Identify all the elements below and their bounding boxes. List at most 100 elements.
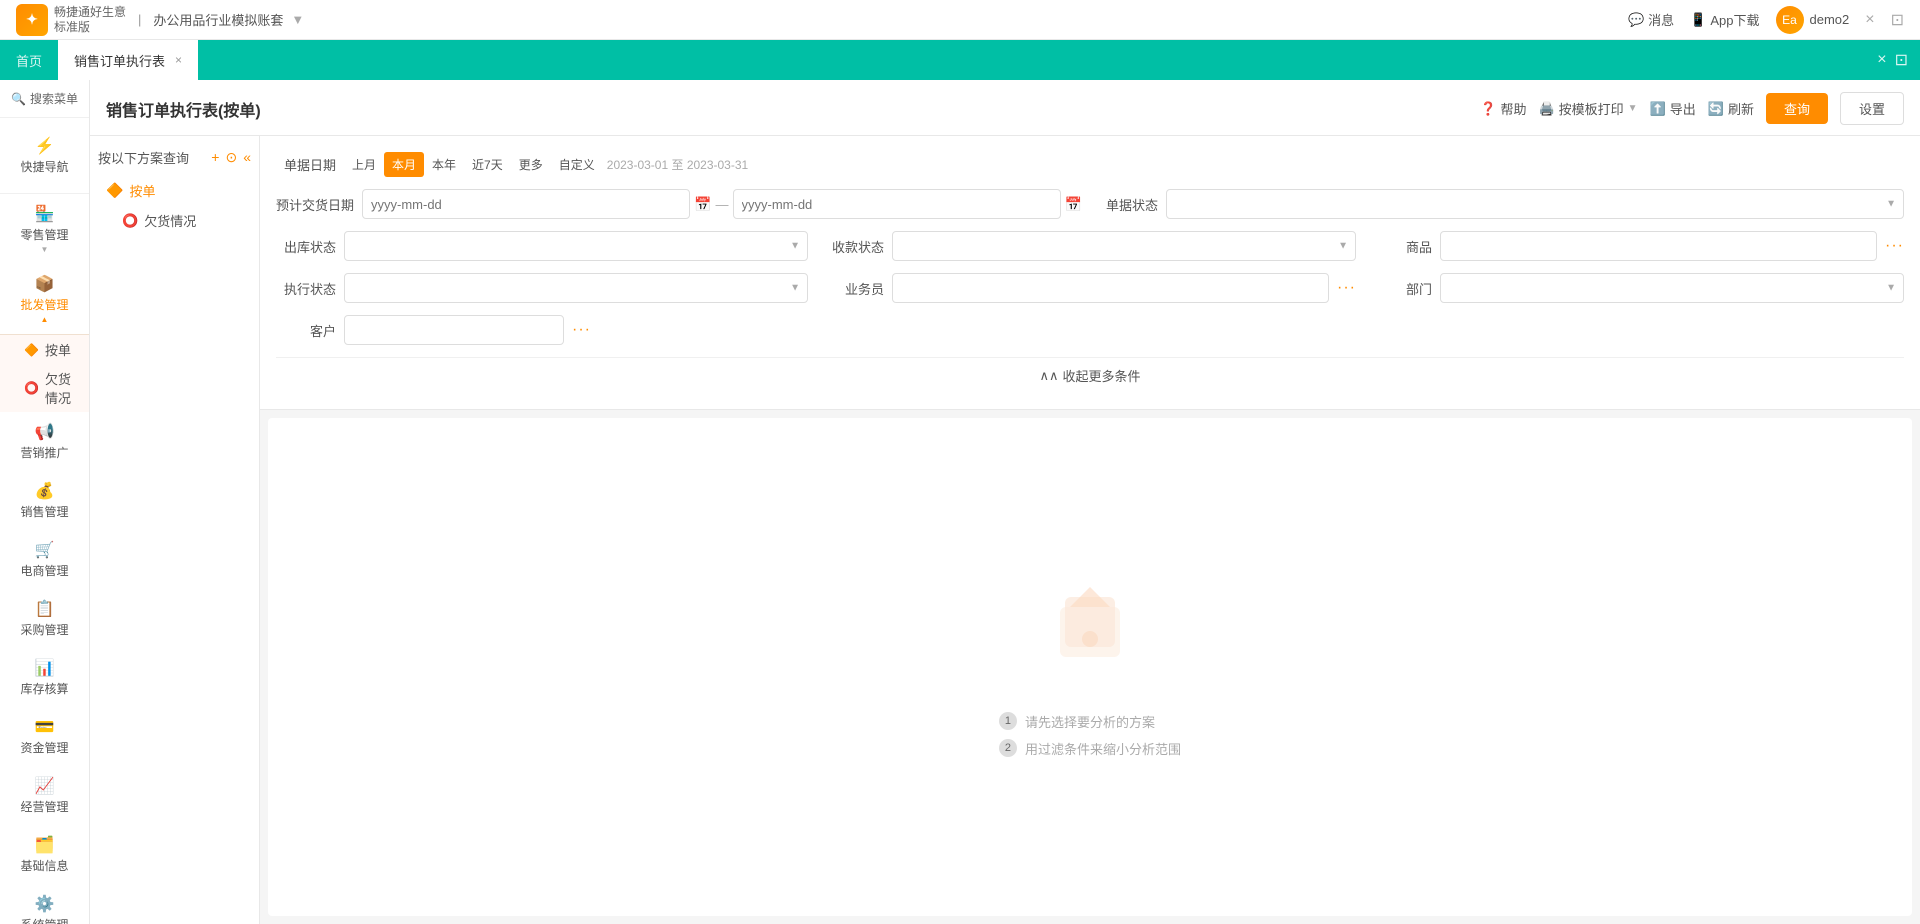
sidebar-sub-press-order[interactable]: 🔶 按单 xyxy=(0,335,89,364)
dept-label: 部门 xyxy=(1372,279,1432,298)
goods-input[interactable] xyxy=(1440,231,1877,261)
expected-date-label: 预计交货日期 xyxy=(276,195,354,214)
collapse-panel-icon[interactable]: « xyxy=(243,149,251,166)
content-area: 销售订单执行表(按单) ❓ 帮助 🖨️ 按模板打印 ▼ ⬆️ 导出 xyxy=(90,80,1920,924)
out-status-label: 出库状态 xyxy=(276,237,336,256)
sidebar-item-ecommerce[interactable]: 🛒 电商管理 xyxy=(0,530,89,589)
goods-dots-btn[interactable]: ··· xyxy=(1885,237,1904,255)
sidebar-item-basic[interactable]: 🗂️ 基础信息 xyxy=(0,825,89,884)
help-btn[interactable]: ❓ 帮助 xyxy=(1480,99,1526,118)
sidebar-item-system[interactable]: ⚙️ 系统管理 xyxy=(0,884,89,924)
dept-select[interactable] xyxy=(1440,273,1904,303)
window-close-icon[interactable]: × xyxy=(1865,11,1874,29)
sidebar-item-finance[interactable]: 💳 资金管理 xyxy=(0,707,89,766)
logo-area: ✦ 畅捷通好生意 标准版 xyxy=(16,4,126,36)
date-separator: — xyxy=(716,197,729,212)
window-maximize-icon[interactable]: ⊡ xyxy=(1891,10,1904,30)
sidebar-item-retail[interactable]: 🏪 零售管理 ▼ xyxy=(0,194,89,264)
tab-home[interactable]: 首页 xyxy=(0,40,58,80)
out-status-select-wrapper: ▼ xyxy=(344,231,808,261)
tab-close-window-icon[interactable]: × xyxy=(1877,51,1886,69)
sidebar-item-marketing[interactable]: 📢 营销推广 xyxy=(0,412,89,471)
customer-input[interactable] xyxy=(344,315,564,345)
add-scheme-icon[interactable]: + xyxy=(211,149,219,166)
search-button[interactable]: 查询 xyxy=(1766,93,1828,124)
sidebar-item-quick-nav[interactable]: ⚡ 快捷导航 xyxy=(0,126,89,185)
sidebar-item-purchase[interactable]: 📋 采购管理 xyxy=(0,589,89,648)
inventory-icon: 📊 xyxy=(35,658,55,678)
salesperson-label: 业务员 xyxy=(824,279,884,298)
date-tab-current-year[interactable]: 本年 xyxy=(424,152,464,177)
expected-date-end[interactable] xyxy=(733,189,1061,219)
date-tab-more[interactable]: 更多 xyxy=(511,152,551,177)
filter-row-expected: 预计交货日期 📅 — 📅 单据状态 xyxy=(276,189,1904,219)
calendar-start-icon[interactable]: 📅 xyxy=(694,196,711,213)
avatar: Ea xyxy=(1776,6,1804,34)
date-label: 单据日期 xyxy=(276,155,336,174)
page-header-actions: ❓ 帮助 🖨️ 按模板打印 ▼ ⬆️ 导出 🔄 刷新 xyxy=(1480,92,1904,125)
filter-field-doc-status: 单据状态 ▼ xyxy=(1098,189,1904,219)
refresh-icon: 🔄 xyxy=(1708,101,1724,117)
filter-form: 单据日期 上月 本月 本年 近7天 更多 自定义 2023-03-01 至 20… xyxy=(260,136,1920,410)
tab-sales-order-exec[interactable]: 销售订单执行表 × xyxy=(58,40,198,80)
out-status-select[interactable] xyxy=(344,231,808,261)
customer-dots-btn[interactable]: ··· xyxy=(572,321,591,339)
tab-maximize-icon[interactable]: ⊡ xyxy=(1895,50,1908,70)
sidebar-item-inventory[interactable]: 📊 库存核算 xyxy=(0,648,89,707)
ecommerce-icon: 🛒 xyxy=(35,540,55,560)
exec-status-select[interactable] xyxy=(344,273,808,303)
top-bar-right: 💬 消息 📱 App下载 Ea demo2 × ⊡ xyxy=(1628,6,1904,34)
scheme-debt-detail[interactable]: ⭕ 欠货情况 xyxy=(98,206,251,235)
title-dropdown-icon[interactable]: ▼ xyxy=(291,12,304,27)
message-btn[interactable]: 💬 消息 xyxy=(1628,10,1674,29)
basic-icon: 🗂️ xyxy=(35,835,55,855)
tab-close-icon[interactable]: × xyxy=(175,53,182,67)
left-panel-title: 按以下方案查询 xyxy=(98,148,189,167)
doc-status-label: 单据状态 xyxy=(1098,195,1158,214)
empty-tip-2: 2 用过滤条件来缩小分析范围 xyxy=(999,739,1181,758)
app-download-btn[interactable]: 📱 App下载 xyxy=(1690,10,1759,29)
user-area[interactable]: Ea demo2 xyxy=(1776,6,1850,34)
receipt-status-select[interactable] xyxy=(892,231,1356,261)
sidebar-item-operation[interactable]: 📈 经营管理 xyxy=(0,766,89,825)
tab-bar: 首页 销售订单执行表 × × ⊡ xyxy=(0,40,1920,80)
export-btn[interactable]: ⬆️ 导出 xyxy=(1650,99,1696,118)
salesperson-input[interactable] xyxy=(892,273,1329,303)
sidebar-search[interactable]: 🔍 搜索菜单 xyxy=(0,80,89,118)
operation-icon: 📈 xyxy=(35,776,55,796)
title-separator: | xyxy=(138,12,141,27)
filter-row-exec: 执行状态 ▼ 业务员 ··· xyxy=(276,273,1904,303)
filter-field-out-status: 出库状态 ▼ xyxy=(276,231,808,261)
dept-select-wrapper: ▼ xyxy=(1440,273,1904,303)
sidebar-item-sales[interactable]: 💰 销售管理 xyxy=(0,471,89,530)
date-tab-7days[interactable]: 近7天 xyxy=(464,152,511,177)
scheme-press-order[interactable]: 🔶 按单 xyxy=(98,175,251,206)
home-tab-label: 首页 xyxy=(16,51,42,70)
settings-button[interactable]: 设置 xyxy=(1840,92,1904,125)
filter-row-customer: 客户 ··· xyxy=(276,315,1904,345)
expected-date-start[interactable] xyxy=(362,189,690,219)
wholesale-arrow: ▲ xyxy=(41,315,49,324)
copy-scheme-icon[interactable]: ⊙ xyxy=(225,149,237,166)
salesperson-dots-btn[interactable]: ··· xyxy=(1337,279,1356,297)
message-icon: 💬 xyxy=(1628,12,1644,28)
date-tab-current-month[interactable]: 本月 xyxy=(384,152,424,177)
left-panel: 按以下方案查询 + ⊙ « 🔶 按单 ⭕ 欠货情况 xyxy=(90,136,260,924)
sidebar-item-wholesale[interactable]: 📦 批发管理 ▲ xyxy=(0,264,89,334)
collapse-btn[interactable]: ∧∧ 收起更多条件 xyxy=(1039,366,1140,385)
empty-tips: 1 请先选择要分析的方案 2 用过滤条件来缩小分析范围 xyxy=(999,712,1181,758)
refresh-btn[interactable]: 🔄 刷新 xyxy=(1708,99,1754,118)
filter-row-status: 出库状态 ▼ 收款状态 xyxy=(276,231,1904,261)
goods-label: 商品 xyxy=(1372,237,1432,256)
template-print-btn[interactable]: 🖨️ 按模板打印 ▼ xyxy=(1538,99,1637,118)
left-panel-header: 按以下方案查询 + ⊙ « xyxy=(98,148,251,167)
date-tab-custom[interactable]: 自定义 xyxy=(551,152,603,177)
content-inner: 按以下方案查询 + ⊙ « 🔶 按单 ⭕ 欠货情况 xyxy=(90,136,1920,924)
wholesale-submenu: 🔶 按单 ⭕ 欠货情况 xyxy=(0,334,89,412)
date-tab-last-month[interactable]: 上月 xyxy=(344,152,384,177)
purchase-icon: 📋 xyxy=(35,599,55,619)
calendar-end-icon[interactable]: 📅 xyxy=(1065,196,1082,213)
sidebar-sub-debt-detail[interactable]: ⭕ 欠货情况 xyxy=(0,364,89,412)
doc-status-select[interactable] xyxy=(1166,189,1904,219)
page-title: 销售订单执行表(按单) xyxy=(106,97,261,121)
